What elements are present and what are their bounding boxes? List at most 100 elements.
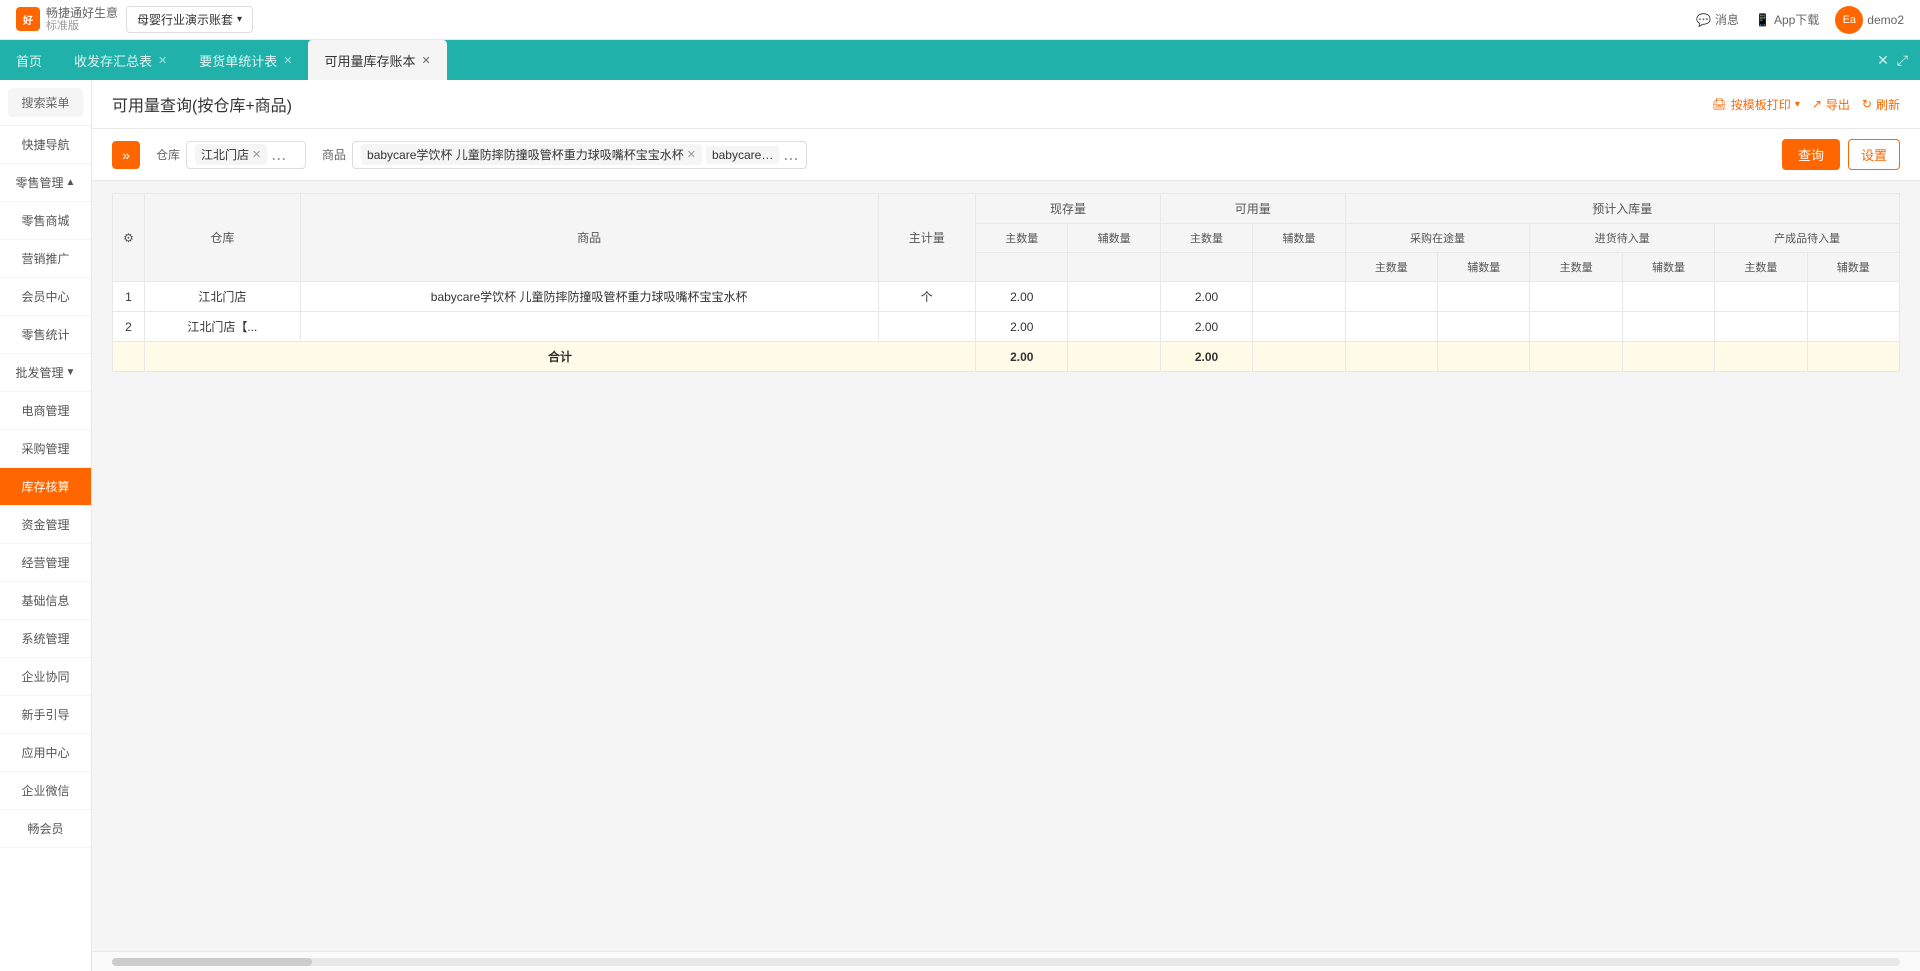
tab-order-stats-close[interactable]: ✕ [283,54,292,67]
filter-actions: 查询 设置 [1782,139,1900,170]
sum-current-main: 2.00 [976,342,1068,372]
col-settings[interactable]: ⚙ [113,194,145,282]
export-button[interactable]: ↗ 导出 [1812,96,1850,113]
settings-button[interactable]: 设置 [1848,139,1900,170]
sum-current-sub [1068,342,1160,372]
user-profile[interactable]: Ea demo2 [1835,6,1904,34]
row-1-product: babycare学饮杯 儿童防摔防撞吸管杯重力球吸嘴杯宝宝水杯 [300,282,878,312]
sidebar-item-member-center[interactable]: 会员中心 [0,278,91,316]
sidebar-item-quick-nav[interactable]: 快捷导航 [0,126,91,164]
row-1-current-main: 2.00 [976,282,1068,312]
arrow-icon: ▲ [66,177,76,188]
product-filter-input[interactable]: babycare学饮杯 儿童防摔防撞吸管杯重力球吸嘴杯宝宝水杯 ✕ babyca… [352,141,807,169]
row-1-current-sub [1068,282,1160,312]
top-bar-left: 好 畅捷通好生意 标准版 母婴行业演示账套 ▾ [16,6,253,34]
tab-home[interactable]: 首页 [0,40,58,80]
col-available-sub-qty: 辅数量 [1253,224,1345,253]
scrollbar-thumb[interactable] [112,958,312,966]
sidebar-item-newbie[interactable]: 新手引导 [0,696,91,734]
sidebar-search-section: 搜索菜单 [0,80,91,126]
col-inc-sub: 辅数量 [1622,253,1714,282]
sidebar-item-retail-mgmt[interactable]: 零售管理 ▲ [0,164,91,202]
row-1-pro-sub [1807,282,1899,312]
app-download-button[interactable]: 📱 App下载 [1755,11,1819,28]
warehouse-filter-tag: 江北门店 ✕ [195,144,267,165]
top-bar-right: 💬 消息 📱 App下载 Ea demo2 [1696,6,1904,34]
tab-available-stock-close[interactable]: ✕ [422,54,431,67]
refresh-button[interactable]: ↻ 刷新 [1862,96,1900,113]
col-incoming-subgroup: 进货待入量 [1530,224,1715,253]
filter-bar: » 仓库 江北门店 ✕ ... 商品 babycare学饮杯 儿童防摔防撞吸管杯… [92,129,1920,181]
sidebar-item-inventory[interactable]: 库存核算 [0,468,91,506]
row-2-warehouse: 江北门店【... [145,312,301,342]
col-available-main-qty: 主数量 [1160,224,1252,253]
col-current-sub-qty: 辅数量 [1068,224,1160,253]
printer-icon: 🖨 [1712,97,1727,111]
row-1-warehouse: 江北门店 [145,282,301,312]
table-row: 2 江北门店【... 2.00 2.00 [113,312,1900,342]
row-2-num: 2 [113,312,145,342]
sidebar-item-retail-mall[interactable]: 零售商城 [0,202,91,240]
sidebar-item-batch-mgmt[interactable]: 批发管理 ▼ [0,354,91,392]
avatar: Ea [1835,6,1863,34]
scrollbar-track[interactable] [112,958,1900,966]
col-product-header: 商品 [300,194,878,282]
sidebar-item-enterprise[interactable]: 企业协同 [0,658,91,696]
col-warehouse-header: 仓库 [145,194,301,282]
expand-icon[interactable]: ⤢ [1897,52,1908,69]
col-pur-main: 主数量 [1345,253,1437,282]
tab-receipts[interactable]: 收发存汇总表 ✕ [58,40,183,80]
message-icon: 💬 [1696,13,1711,27]
product-filter-group: 商品 babycare学饮杯 儿童防摔防撞吸管杯重力球吸嘴杯宝宝水杯 ✕ bab… [322,141,807,169]
sidebar-item-operation[interactable]: 经营管理 [0,544,91,582]
row-2-current-main: 2.00 [976,312,1068,342]
export-icon: ↗ [1812,97,1822,111]
sidebar-item-vip[interactable]: 畅会员 [0,810,91,848]
sidebar-item-wechat[interactable]: 企业微信 [0,772,91,810]
logo-area: 好 畅捷通好生意 标准版 [16,6,118,34]
page-header: 可用量查询(按仓库+商品) 🖨 按模板打印 ▾ ↗ 导出 ↻ 刷新 [92,80,1920,129]
product-tag-0-close[interactable]: ✕ [687,148,696,161]
sidebar-item-purchase[interactable]: 采购管理 [0,430,91,468]
warehouse-tag-close[interactable]: ✕ [252,148,261,161]
sum-inc-main [1530,342,1622,372]
product-more-btn[interactable]: ... [783,144,798,165]
phone-icon: 📱 [1755,13,1770,27]
warehouse-more-btn[interactable]: ... [271,144,286,165]
col-pur-sub: 辅数量 [1438,253,1530,282]
row-1-pur-main [1345,282,1437,312]
logo-icon: 好 [16,7,40,31]
col-av-main [1160,253,1252,282]
tab-available-stock[interactable]: 可用量库存账本 ✕ [308,40,446,80]
query-button[interactable]: 查询 [1782,139,1840,170]
filter-toggle-button[interactable]: » [112,141,140,169]
chevron-down-icon-print: ▾ [1795,99,1800,110]
sidebar-item-finance[interactable]: 资金管理 [0,506,91,544]
message-button[interactable]: 💬 消息 [1696,11,1739,28]
industry-selector[interactable]: 母婴行业演示账套 ▾ [126,6,253,33]
sidebar-item-basic-info[interactable]: 基础信息 [0,582,91,620]
print-button[interactable]: 🖨 按模板打印 ▾ [1712,96,1800,113]
footer-scroll [92,951,1920,971]
col-pro-main: 主数量 [1715,253,1807,282]
row-2-unit [878,312,976,342]
warehouse-filter-input[interactable]: 江北门店 ✕ ... [186,141,306,169]
sum-available-sub [1253,342,1345,372]
sidebar-item-retail-stats[interactable]: 零售统计 [0,316,91,354]
search-menu-button[interactable]: 搜索菜单 [8,88,83,117]
row-2-pur-main [1345,312,1437,342]
sidebar-item-marketing[interactable]: 营销推广 [0,240,91,278]
sidebar-item-system[interactable]: 系统管理 [0,620,91,658]
sidebar-item-app-center[interactable]: 应用中心 [0,734,91,772]
tab-order-stats[interactable]: 要货单统计表 ✕ [183,40,308,80]
sidebar-item-ecommerce[interactable]: 电商管理 [0,392,91,430]
close-tab-icon[interactable]: ✕ [1877,52,1889,69]
row-2-current-sub [1068,312,1160,342]
col-purchase-subgroup: 采购在途量 [1345,224,1530,253]
warehouse-filter-group: 仓库 江北门店 ✕ ... [156,141,306,169]
top-bar: 好 畅捷通好生意 标准版 母婴行业演示账套 ▾ 💬 消息 📱 App下载 Ea … [0,0,1920,40]
row-2-product [300,312,878,342]
row-2-pur-sub [1438,312,1530,342]
tab-receipts-close[interactable]: ✕ [158,54,167,67]
col-current-main-qty: 主数量 [976,224,1068,253]
